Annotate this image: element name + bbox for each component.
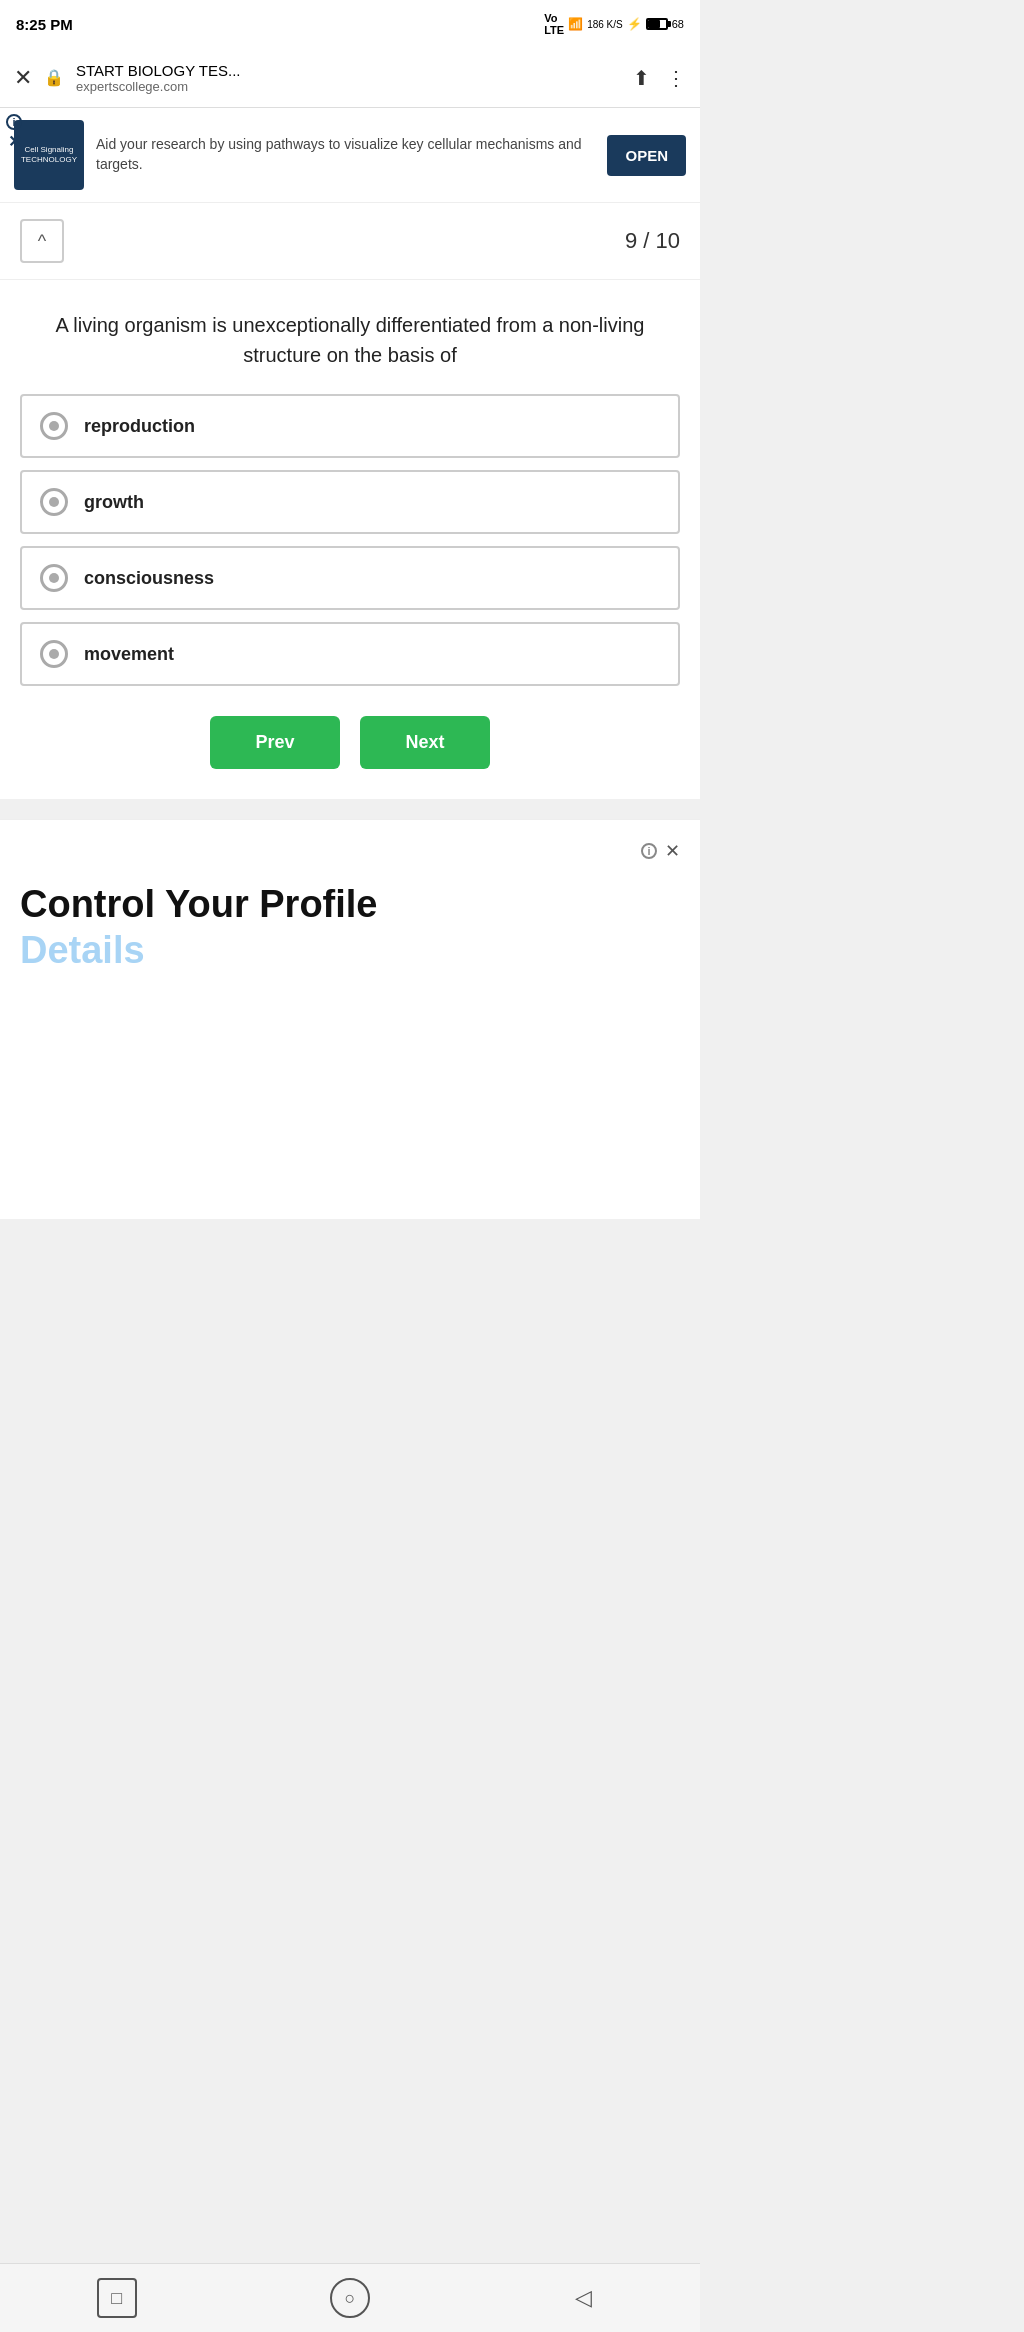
radio-reproduction [40, 412, 68, 440]
network-type: VoLTE [544, 12, 564, 36]
option-growth[interactable]: growth [20, 470, 680, 534]
browser-url-area: START BIOLOGY TES... expertscollege.com [76, 62, 621, 94]
options-container: reproduction growth consciousness moveme… [0, 394, 700, 686]
option-label-consciousness: consciousness [84, 568, 214, 589]
radio-growth [40, 488, 68, 516]
back-button[interactable]: ◁ [563, 2278, 603, 2318]
bottom-ad-banner: i ✕ Control Your Profile Details [0, 819, 700, 1219]
bottom-ad-close-button[interactable]: ✕ [665, 840, 680, 862]
share-icon[interactable]: ⬆ [633, 66, 650, 90]
collapse-button[interactable]: ^ [20, 219, 64, 263]
option-label-movement: movement [84, 644, 174, 665]
bottom-ad-title-line1: Control Your Profile [20, 882, 680, 928]
option-movement[interactable]: movement [20, 622, 680, 686]
next-button[interactable]: Next [360, 716, 490, 769]
bottom-navigation: □ ○ ◁ [0, 2263, 700, 2332]
quiz-card: ^ 9 / 10 A living organism is unexceptio… [0, 203, 700, 799]
ad-description: Aid your research by using pathways to v… [84, 135, 607, 174]
bottom-ad-title: Control Your Profile Details [20, 882, 680, 973]
nav-buttons: Prev Next [0, 716, 700, 769]
option-consciousness[interactable]: consciousness [20, 546, 680, 610]
battery-icon [646, 18, 668, 30]
browser-actions: ⬆ ⋮ [633, 66, 686, 90]
square-button[interactable]: □ [97, 2278, 137, 2318]
data-speed: 186 K/S [587, 19, 623, 30]
battery-level: 68 [672, 18, 684, 30]
ad-info-button[interactable]: i [6, 114, 22, 130]
ad-logo: Cell Signaling TECHNOLOGY [14, 120, 84, 190]
more-options-icon[interactable]: ⋮ [666, 66, 686, 90]
question-text: A living organism is unexceptionally dif… [0, 280, 700, 394]
quiz-wrapper: ^ 9 / 10 A living organism is unexceptio… [0, 203, 700, 799]
status-icons: VoLTE 📶 186 K/S ⚡ 68 [544, 12, 684, 36]
option-reproduction[interactable]: reproduction [20, 394, 680, 458]
option-label-growth: growth [84, 492, 144, 513]
option-label-reproduction: reproduction [84, 416, 195, 437]
lock-icon: 🔒 [44, 68, 64, 87]
status-bar: 8:25 PM VoLTE 📶 186 K/S ⚡ 68 [0, 0, 700, 48]
home-button[interactable]: ○ [330, 2278, 370, 2318]
radio-movement [40, 640, 68, 668]
ad-close-button[interactable]: ✕ [8, 132, 21, 151]
browser-close-button[interactable]: ✕ [14, 65, 32, 91]
browser-bar: ✕ 🔒 START BIOLOGY TES... expertscollege.… [0, 48, 700, 108]
status-time: 8:25 PM [16, 16, 73, 33]
page-domain: expertscollege.com [76, 79, 621, 94]
top-ad-banner: i ✕ Cell Signaling TECHNOLOGY Aid your r… [0, 108, 700, 203]
question-counter: 9 / 10 [64, 228, 680, 254]
bottom-ad-info-button[interactable]: i [641, 843, 657, 859]
bottom-ad-title-line2: Details [20, 928, 680, 974]
ad-open-button[interactable]: OPEN [607, 135, 686, 176]
radio-consciousness [40, 564, 68, 592]
ad-controls: i ✕ [6, 114, 22, 151]
prev-button[interactable]: Prev [210, 716, 340, 769]
battery-fill [648, 20, 660, 28]
signal-strength: 📶 [568, 17, 583, 31]
bottom-ad-controls: i ✕ [20, 840, 680, 862]
page-title: START BIOLOGY TES... [76, 62, 621, 79]
quiz-header: ^ 9 / 10 [0, 203, 700, 280]
extra-icon: ⚡ [627, 17, 642, 31]
